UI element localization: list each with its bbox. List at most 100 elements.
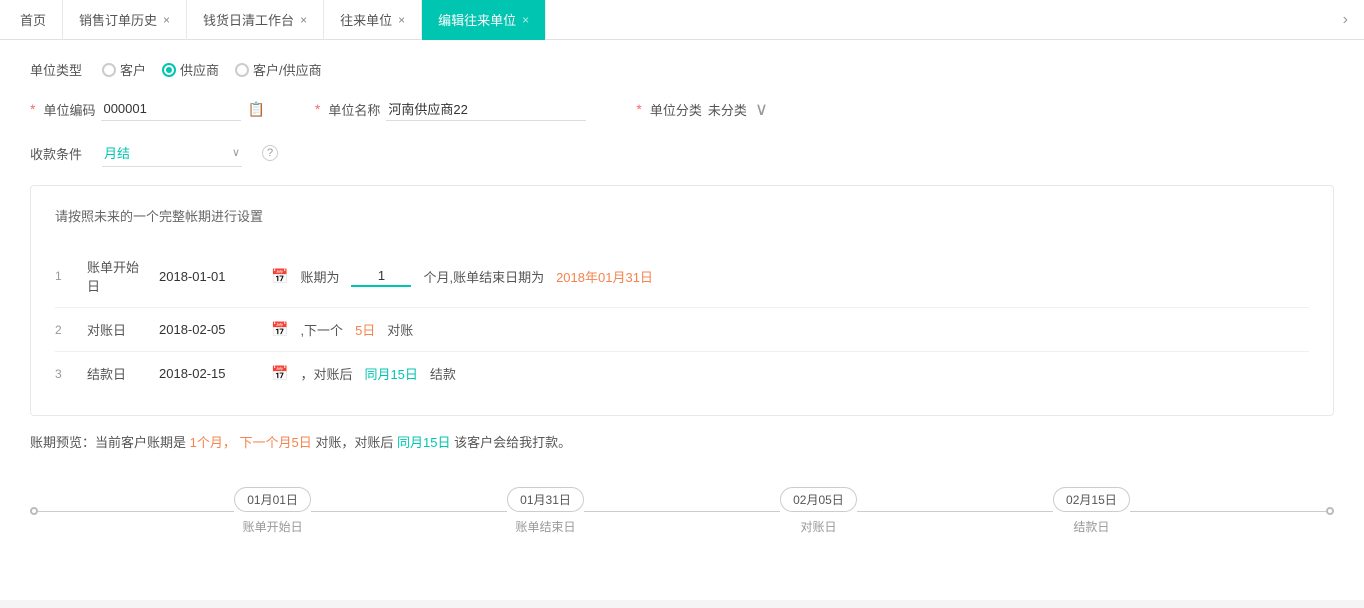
unit-classify-star: * bbox=[636, 101, 641, 117]
period-date-1: 2018-01-01 bbox=[159, 269, 259, 284]
timeline-node-2: 01月31日 账单结束日 bbox=[507, 487, 584, 535]
unit-classify-value: 未分类 bbox=[708, 100, 747, 119]
payment-chevron-icon: ∨ bbox=[232, 146, 240, 159]
preview-prefix: 账期预览：当前客户账期是 bbox=[30, 435, 186, 450]
radio-supplier-circle bbox=[162, 63, 176, 77]
preview-part2: 下一个月5日 bbox=[240, 435, 312, 450]
tab-cash-work[interactable]: 钱货日清工作台 × bbox=[187, 0, 324, 40]
preview-middle: 对账，对账后 bbox=[315, 435, 393, 450]
unit-classify-select[interactable]: 未分类 ∨ bbox=[708, 99, 868, 120]
period-num-1: 1 bbox=[55, 269, 75, 283]
unit-type-label: 单位类型 bbox=[30, 60, 82, 79]
period-type-2: 对账日 bbox=[87, 320, 147, 339]
timeline-line-5 bbox=[1130, 511, 1326, 512]
timeline-label-1: 账单开始日 bbox=[243, 518, 303, 535]
period-desc-suffix-2: 对账 bbox=[387, 320, 413, 339]
timeline-node-4: 02月15日 结款日 bbox=[1053, 487, 1130, 535]
timeline-end-dot bbox=[1326, 507, 1334, 515]
tab-cash-work-close[interactable]: × bbox=[300, 13, 307, 27]
period-type-3: 结款日 bbox=[87, 364, 147, 383]
period-desc-prefix-3: ，对账后 bbox=[300, 364, 352, 383]
timeline-badge-1: 01月01日 bbox=[234, 487, 311, 512]
tab-partner-label: 往来单位 bbox=[340, 10, 392, 29]
payment-value: 月结 bbox=[104, 143, 228, 162]
unit-name-star: * bbox=[315, 101, 320, 117]
payment-help-icon[interactable]: ? bbox=[262, 145, 278, 161]
unit-info-row: * 单位编码 📋 * 单位名称 * 单位分类 未分类 ∨ bbox=[30, 97, 1334, 121]
tab-edit-partner-close[interactable]: × bbox=[522, 13, 529, 27]
period-row-3: 3 结款日 2018-02-15 📅 ，对账后 同月15日 结款 bbox=[55, 352, 1309, 395]
unit-classify-group: * 单位分类 未分类 ∨ bbox=[636, 99, 867, 120]
unit-name-label: 单位名称 bbox=[328, 100, 380, 119]
period-date-2: 2018-02-05 bbox=[159, 322, 259, 337]
period-desc-suffix-3: 结款 bbox=[430, 364, 456, 383]
period-suffix-1: 个月,账单结束日期为 bbox=[423, 267, 544, 286]
tab-more-button[interactable]: › bbox=[1335, 11, 1356, 29]
period-desc-highlight-3: 同月15日 bbox=[364, 364, 417, 383]
preview-part3: 同月15日 bbox=[397, 435, 450, 450]
unit-classify-label: 单位分类 bbox=[650, 100, 702, 119]
radio-both[interactable]: 客户/供应商 bbox=[235, 60, 322, 79]
tab-edit-partner-label: 编辑往来单位 bbox=[438, 10, 516, 29]
tab-home-label: 首页 bbox=[20, 10, 46, 29]
timeline-label-4: 结款日 bbox=[1073, 518, 1109, 535]
timeline-node-1: 01月01日 账单开始日 bbox=[234, 487, 311, 535]
main-content: 单位类型 客户 供应商 客户/供应商 * 单位编码 📋 * 单位名称 bbox=[0, 40, 1364, 600]
unit-code-label: 单位编码 bbox=[43, 100, 95, 119]
radio-supplier-label: 供应商 bbox=[180, 60, 219, 79]
unit-code-icon[interactable]: 📋 bbox=[247, 101, 264, 118]
unit-name-input[interactable] bbox=[386, 97, 586, 121]
tab-sales-history-close[interactable]: × bbox=[163, 13, 170, 27]
preview-suffix: 该客户会给我打款。 bbox=[454, 435, 571, 450]
period-value-input[interactable] bbox=[351, 266, 411, 287]
timeline-badge-3: 02月05日 bbox=[780, 487, 857, 512]
classify-chevron-icon: ∨ bbox=[755, 99, 768, 120]
unit-code-star: * bbox=[30, 101, 35, 117]
period-row-2: 2 对账日 2018-02-05 📅 ,下一个 5日 对账 bbox=[55, 308, 1309, 352]
period-title: 请按照未来的一个完整帐期进行设置 bbox=[55, 206, 1309, 225]
tab-home[interactable]: 首页 bbox=[8, 0, 63, 40]
unit-code-input[interactable] bbox=[101, 97, 241, 121]
unit-type-row: 单位类型 客户 供应商 客户/供应商 bbox=[30, 60, 1334, 79]
period-num-2: 2 bbox=[55, 323, 75, 337]
unit-name-group: * 单位名称 bbox=[315, 97, 586, 121]
payment-label: 收款条件 bbox=[30, 144, 82, 163]
preview-part1: 1个月， bbox=[190, 435, 236, 450]
timeline-line-4 bbox=[857, 511, 1053, 512]
tab-sales-history-label: 销售订单历史 bbox=[79, 10, 157, 29]
payment-select[interactable]: 月结 ∨ bbox=[102, 139, 242, 167]
period-date-3: 2018-02-15 bbox=[159, 366, 259, 381]
tab-partner[interactable]: 往来单位 × bbox=[324, 0, 422, 40]
radio-customer[interactable]: 客户 bbox=[102, 60, 146, 79]
timeline-line-3 bbox=[584, 511, 780, 512]
tab-cash-work-label: 钱货日清工作台 bbox=[203, 10, 294, 29]
preview-section: 账期预览：当前客户账期是 1个月， 下一个月5日 对账，对账后 同月15日 该客… bbox=[30, 432, 1334, 451]
timeline-start-dot bbox=[30, 507, 38, 515]
period-cal-2[interactable]: 📅 bbox=[271, 321, 288, 338]
timeline-line-1 bbox=[38, 511, 234, 512]
timeline: 01月01日 账单开始日 01月31日 账单结束日 02月05日 对账日 02月… bbox=[30, 471, 1334, 539]
timeline-label-2: 账单结束日 bbox=[516, 518, 576, 535]
period-cal-3[interactable]: 📅 bbox=[271, 365, 288, 382]
period-type-1: 账单开始日 bbox=[87, 257, 147, 295]
tab-partner-close[interactable]: × bbox=[398, 13, 405, 27]
timeline-line-2 bbox=[311, 511, 507, 512]
period-num-3: 3 bbox=[55, 367, 75, 381]
radio-both-circle bbox=[235, 63, 249, 77]
unit-type-radio-group: 客户 供应商 客户/供应商 bbox=[102, 60, 322, 79]
period-desc-highlight-2: 5日 bbox=[355, 320, 375, 339]
period-period-label: 账期为 bbox=[300, 267, 339, 286]
radio-supplier[interactable]: 供应商 bbox=[162, 60, 219, 79]
timeline-badge-4: 02月15日 bbox=[1053, 487, 1130, 512]
tab-bar: 首页 销售订单历史 × 钱货日清工作台 × 往来单位 × 编辑往来单位 × › bbox=[0, 0, 1364, 40]
radio-customer-label: 客户 bbox=[120, 60, 146, 79]
period-end-1: 2018年01月31日 bbox=[556, 267, 653, 286]
tab-edit-partner[interactable]: 编辑往来单位 × bbox=[422, 0, 546, 40]
radio-both-label: 客户/供应商 bbox=[253, 60, 322, 79]
period-desc-prefix-2: ,下一个 bbox=[300, 320, 343, 339]
tab-sales-history[interactable]: 销售订单历史 × bbox=[63, 0, 187, 40]
period-cal-1[interactable]: 📅 bbox=[271, 268, 288, 285]
timeline-label-3: 对账日 bbox=[800, 518, 836, 535]
period-box: 请按照未来的一个完整帐期进行设置 1 账单开始日 2018-01-01 📅 账期… bbox=[30, 185, 1334, 416]
unit-code-group: * 单位编码 📋 bbox=[30, 97, 265, 121]
